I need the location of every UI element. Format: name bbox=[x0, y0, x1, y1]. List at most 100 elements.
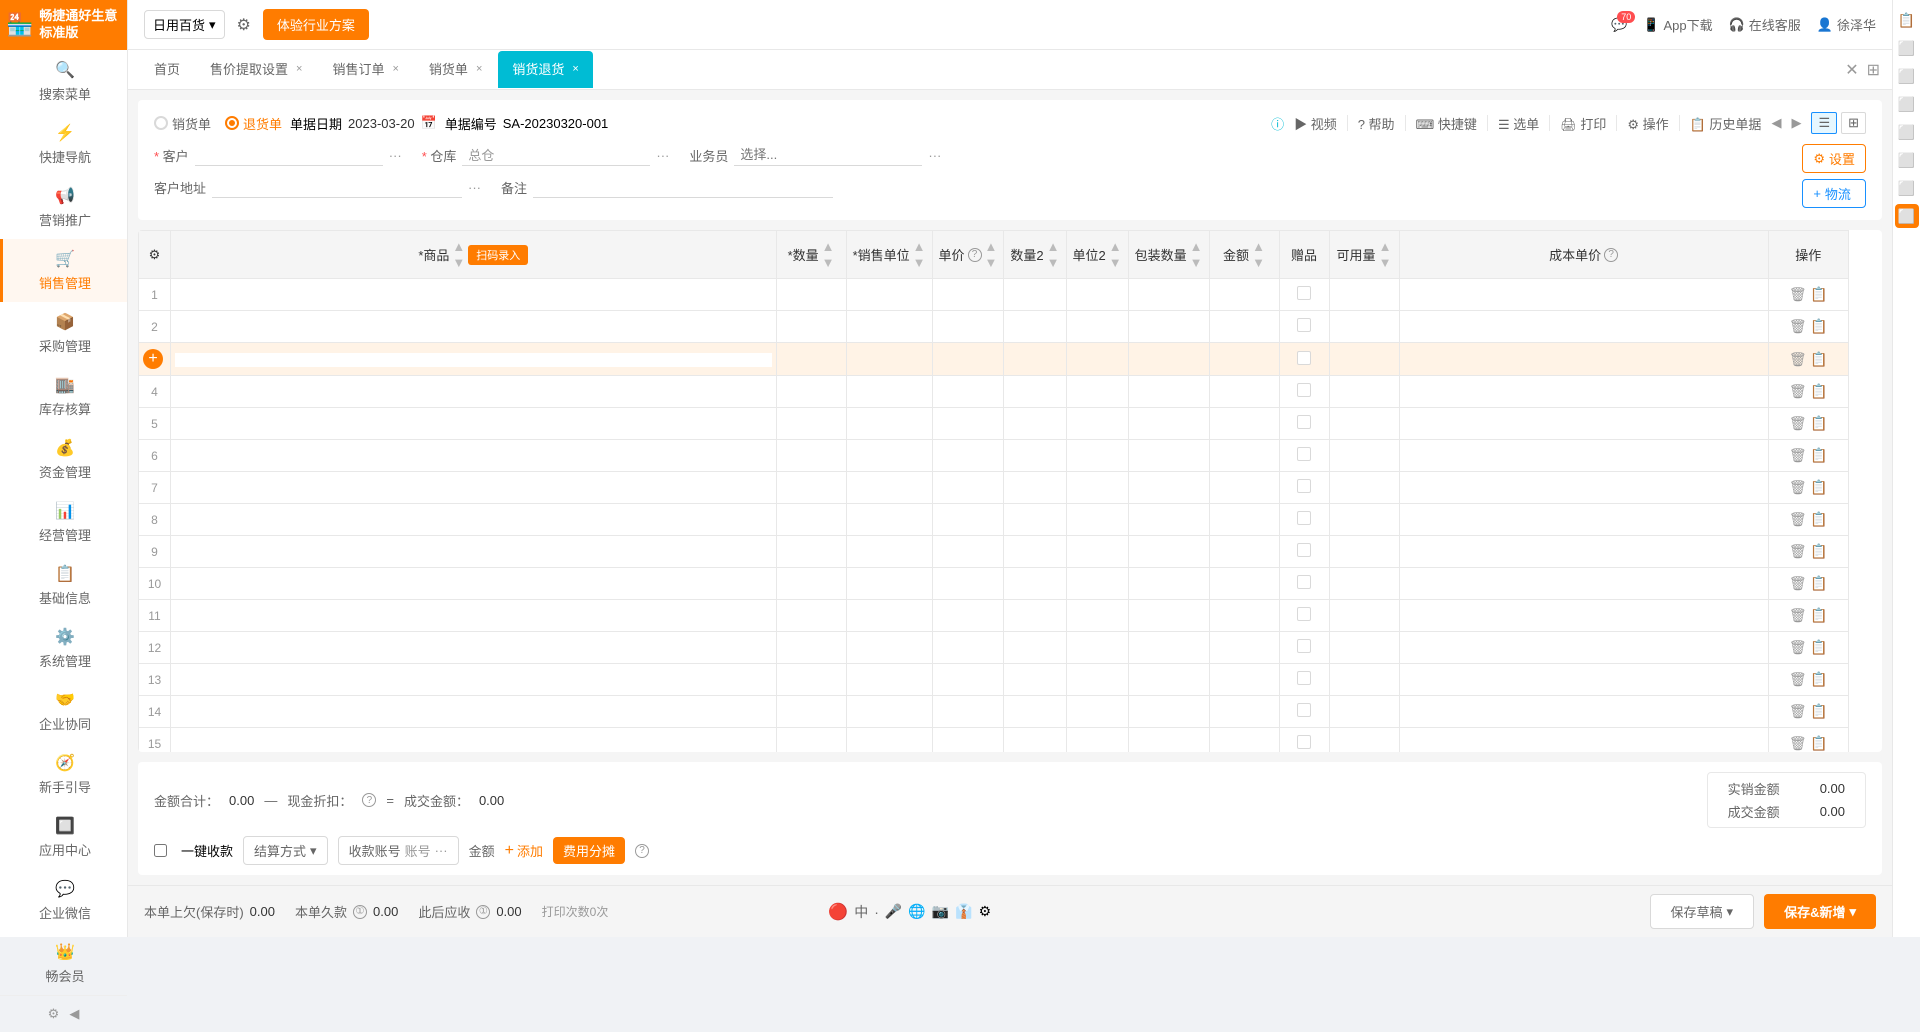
gift-cell[interactable] bbox=[1279, 279, 1329, 311]
copy-row-icon[interactable]: 📋 bbox=[1810, 415, 1827, 431]
cost-info-icon[interactable]: ? bbox=[1604, 248, 1618, 262]
discount-info-icon[interactable]: ? bbox=[362, 793, 376, 807]
delete-row-icon[interactable]: 🗑 bbox=[1789, 447, 1807, 463]
staff-input[interactable] bbox=[734, 144, 922, 166]
product-cell[interactable] bbox=[171, 440, 777, 472]
amount-cell[interactable] bbox=[1209, 536, 1279, 568]
gift-checkbox[interactable] bbox=[1297, 703, 1311, 717]
taskbar-icon7[interactable]: 👔 bbox=[955, 903, 972, 920]
pack-qty-cell[interactable] bbox=[1128, 408, 1209, 440]
logistics-btn[interactable]: + 物流 bbox=[1802, 179, 1866, 208]
pack-qty-cell[interactable] bbox=[1128, 632, 1209, 664]
unit-cell[interactable] bbox=[846, 440, 932, 472]
qty-cell[interactable] bbox=[776, 568, 846, 600]
pack-qty-cell[interactable] bbox=[1128, 472, 1209, 504]
sidebar-item-finance[interactable]: 💰 资金管理 bbox=[0, 428, 127, 491]
delete-row-icon[interactable]: 🗑 bbox=[1789, 703, 1807, 719]
cost-price-cell[interactable] bbox=[1399, 440, 1768, 472]
available-cell[interactable] bbox=[1329, 504, 1399, 536]
gift-checkbox[interactable] bbox=[1297, 671, 1311, 685]
scan-input-btn[interactable]: 扫码录入 bbox=[468, 245, 528, 265]
gift-cell[interactable] bbox=[1279, 408, 1329, 440]
gift-checkbox[interactable] bbox=[1297, 575, 1311, 589]
add-row-btn[interactable]: + bbox=[143, 349, 163, 369]
pack-qty-cell[interactable] bbox=[1128, 696, 1209, 728]
price-cell[interactable] bbox=[932, 504, 1004, 536]
unit2-cell[interactable] bbox=[1066, 728, 1128, 753]
unit-cell[interactable] bbox=[846, 568, 932, 600]
copy-row-icon[interactable]: 📋 bbox=[1810, 511, 1827, 527]
qty-cell[interactable] bbox=[776, 632, 846, 664]
product-cell[interactable] bbox=[171, 343, 777, 376]
unit2-cell[interactable] bbox=[1066, 600, 1128, 632]
price-cell[interactable] bbox=[932, 376, 1004, 408]
qty-cell[interactable] bbox=[776, 376, 846, 408]
cost-price-cell[interactable] bbox=[1399, 568, 1768, 600]
unit2-cell[interactable] bbox=[1066, 632, 1128, 664]
cost-price-cell[interactable] bbox=[1399, 279, 1768, 311]
unit2-cell[interactable] bbox=[1066, 376, 1128, 408]
unit2-cell[interactable] bbox=[1066, 504, 1128, 536]
cost-price-cell[interactable] bbox=[1399, 408, 1768, 440]
copy-row-icon[interactable]: 📋 bbox=[1810, 639, 1827, 655]
taskbar-icon5[interactable]: 🌐 bbox=[908, 903, 925, 920]
taskbar-icon1[interactable]: 🔴 bbox=[828, 902, 848, 922]
available-cell[interactable] bbox=[1329, 568, 1399, 600]
warehouse-input[interactable] bbox=[462, 144, 650, 166]
unit-cell[interactable] bbox=[846, 696, 932, 728]
available-cell[interactable] bbox=[1329, 728, 1399, 753]
unit2-cell[interactable] bbox=[1066, 343, 1128, 376]
pack-qty-cell[interactable] bbox=[1128, 504, 1209, 536]
product-cell[interactable] bbox=[171, 728, 777, 753]
pack-qty-cell[interactable] bbox=[1128, 311, 1209, 343]
gift-checkbox[interactable] bbox=[1297, 511, 1311, 525]
product-cell[interactable] bbox=[171, 376, 777, 408]
unit-cell[interactable] bbox=[846, 279, 932, 311]
qty2-cell[interactable] bbox=[1004, 568, 1066, 600]
operation-btn[interactable]: ⚙ 操作 bbox=[1627, 114, 1668, 133]
sidebar-item-sales[interactable]: 🛒 销售管理 bbox=[0, 239, 127, 302]
gift-checkbox[interactable] bbox=[1297, 415, 1311, 429]
price-info-icon[interactable]: ? bbox=[968, 248, 982, 262]
unit2-cell[interactable] bbox=[1066, 311, 1128, 343]
unit-cell[interactable] bbox=[846, 504, 932, 536]
unit-cell[interactable] bbox=[846, 664, 932, 696]
qty2-cell[interactable] bbox=[1004, 504, 1066, 536]
one-click-checkbox[interactable] bbox=[154, 844, 167, 857]
prev-btn[interactable]: ◀ bbox=[1771, 115, 1781, 131]
gift-checkbox[interactable] bbox=[1297, 351, 1311, 365]
rs-icon-5[interactable]: ⬜ bbox=[1895, 120, 1919, 144]
copy-row-icon[interactable]: 📋 bbox=[1810, 671, 1827, 687]
available-cell[interactable] bbox=[1329, 279, 1399, 311]
qty-cell[interactable] bbox=[776, 504, 846, 536]
qty2-cell[interactable] bbox=[1004, 343, 1066, 376]
copy-row-icon[interactable]: 📋 bbox=[1810, 703, 1827, 719]
price-cell[interactable] bbox=[932, 311, 1004, 343]
topbar-settings-icon[interactable]: ⚙ bbox=[237, 15, 251, 35]
calendar-icon[interactable]: 📅 bbox=[421, 115, 437, 131]
price-cell[interactable] bbox=[932, 536, 1004, 568]
price-cell[interactable] bbox=[932, 632, 1004, 664]
tab-sales-return[interactable]: 销货退货 × bbox=[498, 51, 592, 88]
product-cell[interactable] bbox=[171, 696, 777, 728]
qty-cell[interactable] bbox=[776, 408, 846, 440]
delete-row-icon[interactable]: 🗑 bbox=[1789, 671, 1807, 687]
qty2-cell[interactable] bbox=[1004, 408, 1066, 440]
gift-cell[interactable] bbox=[1279, 536, 1329, 568]
gift-checkbox[interactable] bbox=[1297, 383, 1311, 397]
warehouse-select-btn[interactable]: ··· bbox=[656, 148, 669, 163]
delete-row-icon[interactable]: 🗑 bbox=[1789, 607, 1807, 623]
gift-cell[interactable] bbox=[1279, 472, 1329, 504]
pack-qty-cell[interactable] bbox=[1128, 536, 1209, 568]
cost-price-cell[interactable] bbox=[1399, 472, 1768, 504]
available-cell[interactable] bbox=[1329, 696, 1399, 728]
gift-checkbox[interactable] bbox=[1297, 607, 1311, 621]
qty2-cell[interactable] bbox=[1004, 376, 1066, 408]
sidebar-item-marketing[interactable]: 📢 营销推广 bbox=[0, 176, 127, 239]
cost-price-cell[interactable] bbox=[1399, 664, 1768, 696]
amount-cell[interactable] bbox=[1209, 440, 1279, 472]
qty-cell[interactable] bbox=[776, 536, 846, 568]
sidebar-item-operation[interactable]: 📊 经营管理 bbox=[0, 491, 127, 554]
sidebar-item-search[interactable]: 🔍 搜索菜单 bbox=[0, 50, 127, 113]
unit2-cell[interactable] bbox=[1066, 408, 1128, 440]
